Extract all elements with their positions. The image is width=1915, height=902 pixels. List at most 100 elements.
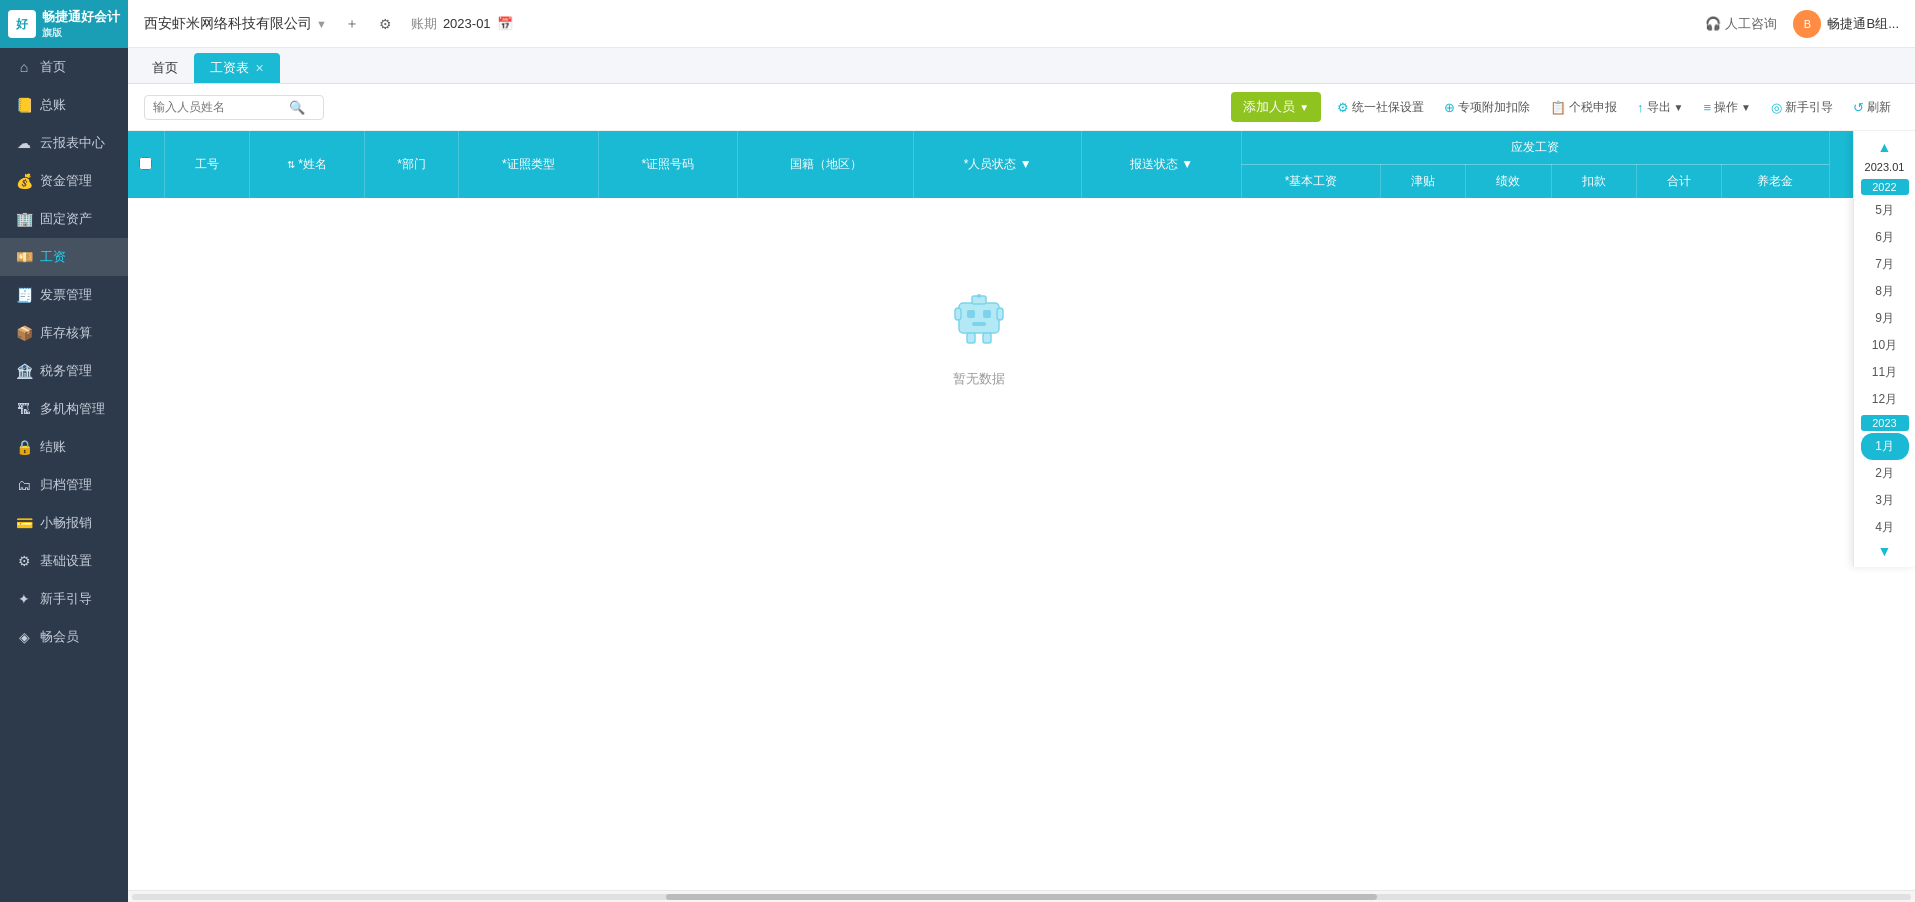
sidebar-item-member[interactable]: ◈ 畅会员 xyxy=(0,618,128,656)
sidebar-item-ledger[interactable]: 📒 总账 xyxy=(0,86,128,124)
month-2022-07[interactable]: 7月 xyxy=(1861,251,1909,278)
sidebar-item-home[interactable]: ⌂ 首页 xyxy=(0,48,128,86)
bottom-scrollbar[interactable] xyxy=(128,890,1915,902)
sidebar-item-label: 小畅报销 xyxy=(40,514,92,532)
close-period-icon: 🔒 xyxy=(16,439,32,455)
header-cert-no: *证照号码 xyxy=(598,131,737,198)
user-area: B 畅捷通B组... xyxy=(1793,10,1899,38)
header-total: 合计 xyxy=(1636,165,1721,199)
panel-down-arrow[interactable]: ▼ xyxy=(1876,541,1894,561)
tab-home[interactable]: 首页 xyxy=(136,53,194,83)
svg-rect-5 xyxy=(997,308,1003,320)
year-2022-label: 2022 xyxy=(1861,179,1909,195)
asset-icon: 🏢 xyxy=(16,211,32,227)
header-dept: *部门 xyxy=(365,131,459,198)
tab-payroll[interactable]: 工资表 ✕ xyxy=(194,53,280,83)
svg-rect-2 xyxy=(983,310,991,318)
header-id: 工号 xyxy=(164,131,249,198)
refresh-btn[interactable]: ↺ 刷新 xyxy=(1845,95,1899,120)
operations-btn[interactable]: ≡ 操作 ▼ xyxy=(1696,95,1760,120)
panel-up-arrow[interactable]: ▲ xyxy=(1876,137,1894,157)
home-icon: ⌂ xyxy=(16,59,32,75)
calendar-icon[interactable]: 📅 xyxy=(497,16,513,31)
svg-rect-1 xyxy=(967,310,975,318)
select-all-checkbox[interactable] xyxy=(139,157,152,170)
sidebar-item-label: 发票管理 xyxy=(40,286,92,304)
month-2022-11[interactable]: 11月 xyxy=(1861,359,1909,386)
add-person-button[interactable]: 添加人员 ▼ xyxy=(1231,92,1321,122)
headset-icon: 🎧 xyxy=(1705,16,1721,31)
sidebar-item-invoice[interactable]: 🧾 发票管理 xyxy=(0,276,128,314)
empty-illustration xyxy=(939,278,1019,358)
table-body: 暂无数据 xyxy=(128,198,1915,468)
sidebar-item-label: 工资 xyxy=(40,248,66,266)
settings-button[interactable]: ⚙ xyxy=(373,11,399,37)
month-2022-05[interactable]: 5月 xyxy=(1861,197,1909,224)
sidebar-item-cloud-report[interactable]: ☁ 云报表中心 xyxy=(0,124,128,162)
expense-icon: 💳 xyxy=(16,515,32,531)
export-dropdown-icon: ▼ xyxy=(1674,102,1684,113)
social-security-btn[interactable]: ⚙ 统一社保设置 xyxy=(1329,95,1432,120)
payroll-table: 工号 ⇅ *姓名 *部门 *证照类型 *证照号码 国籍（地区） *人员状态 ▼ xyxy=(128,131,1915,468)
social-security-icon: ⚙ xyxy=(1337,100,1349,115)
sidebar-item-expense[interactable]: 💳 小畅报销 xyxy=(0,504,128,542)
tab-close-icon[interactable]: ✕ xyxy=(255,62,264,75)
company-selector[interactable]: 西安虾米网络科技有限公司 ▼ xyxy=(144,15,327,33)
empty-text: 暂无数据 xyxy=(953,370,1005,388)
sidebar-item-close-period[interactable]: 🔒 结账 xyxy=(0,428,128,466)
header-status: *人员状态 ▼ xyxy=(914,131,1082,198)
export-btn[interactable]: ↑ 导出 ▼ xyxy=(1629,95,1691,120)
inventory-icon: 📦 xyxy=(16,325,32,341)
report-filter-icon[interactable]: ▼ xyxy=(1181,157,1193,171)
sidebar-item-tax[interactable]: 🏦 税务管理 xyxy=(0,352,128,390)
search-input[interactable] xyxy=(153,100,283,114)
company-name: 西安虾米网络科技有限公司 xyxy=(144,15,312,33)
sidebar-item-multi-org[interactable]: 🏗 多机构管理 xyxy=(0,390,128,428)
sidebar-item-label: 首页 xyxy=(40,58,66,76)
export-icon: ↑ xyxy=(1637,100,1644,115)
refresh-icon: ↺ xyxy=(1853,100,1864,115)
add-company-button[interactable]: ＋ xyxy=(339,11,365,37)
month-2023-02[interactable]: 2月 xyxy=(1861,460,1909,487)
month-2022-06[interactable]: 6月 xyxy=(1861,224,1909,251)
search-box[interactable]: 🔍 xyxy=(144,95,324,120)
month-2022-12[interactable]: 12月 xyxy=(1861,386,1909,413)
header-pension: 养老金 xyxy=(1721,165,1829,199)
operations-dropdown-icon: ▼ xyxy=(1741,102,1751,113)
right-panel-header: 2023.01 xyxy=(1861,157,1909,177)
right-panel: ▲ 2023.01 2022 5月 6月 7月 8月 9月 10月 11月 12… xyxy=(1853,131,1915,567)
sidebar-item-label: 多机构管理 xyxy=(40,400,105,418)
header-report-status: 报送状态 ▼ xyxy=(1082,131,1241,198)
sidebar-item-guide[interactable]: ✦ 新手引导 xyxy=(0,580,128,618)
tax-report-btn[interactable]: 📋 个税申报 xyxy=(1542,95,1625,120)
svg-rect-4 xyxy=(955,308,961,320)
toolbar-actions: ⚙ 统一社保设置 ⊕ 专项附加扣除 📋 个税申报 ↑ 导出 ▼ ≡ xyxy=(1329,95,1899,120)
topbar-quick-actions: ＋ ⚙ xyxy=(339,11,399,37)
header-allowance: 津贴 xyxy=(1381,165,1466,199)
sidebar-item-label: 资金管理 xyxy=(40,172,92,190)
sidebar-item-basic-settings[interactable]: ⚙ 基础设置 xyxy=(0,542,128,580)
sidebar-item-archive[interactable]: 🗂 归档管理 xyxy=(0,466,128,504)
month-2023-04[interactable]: 4月 xyxy=(1861,514,1909,541)
sidebar-item-payroll[interactable]: 💴 工资 xyxy=(0,238,128,276)
content-main: 工号 ⇅ *姓名 *部门 *证照类型 *证照号码 国籍（地区） *人员状态 ▼ xyxy=(128,131,1915,902)
month-2022-09[interactable]: 9月 xyxy=(1861,305,1909,332)
company-dropdown-icon[interactable]: ▼ xyxy=(316,18,327,30)
sidebar-item-inventory[interactable]: 📦 库存核算 xyxy=(0,314,128,352)
topbar-right: 🎧 人工咨询 B 畅捷通B组... xyxy=(1705,10,1899,38)
sidebar-item-asset[interactable]: 🏢 固定资产 xyxy=(0,200,128,238)
month-2023-03[interactable]: 3月 xyxy=(1861,487,1909,514)
sidebar-item-label: 基础设置 xyxy=(40,552,92,570)
status-filter-icon[interactable]: ▼ xyxy=(1020,157,1032,171)
sort-icon[interactable]: ⇅ xyxy=(287,159,295,170)
sidebar-item-fund[interactable]: 💰 资金管理 xyxy=(0,162,128,200)
month-2022-08[interactable]: 8月 xyxy=(1861,278,1909,305)
guide-btn[interactable]: ◎ 新手引导 xyxy=(1763,95,1841,120)
service-button[interactable]: 🎧 人工咨询 xyxy=(1705,15,1777,33)
svg-rect-7 xyxy=(983,333,991,343)
month-2023-01[interactable]: 1月 xyxy=(1861,433,1909,460)
tabbar: 首页 工资表 ✕ xyxy=(128,48,1915,84)
month-2022-10[interactable]: 10月 xyxy=(1861,332,1909,359)
header-checkbox[interactable] xyxy=(128,131,164,198)
deduction-btn[interactable]: ⊕ 专项附加扣除 xyxy=(1436,95,1538,120)
